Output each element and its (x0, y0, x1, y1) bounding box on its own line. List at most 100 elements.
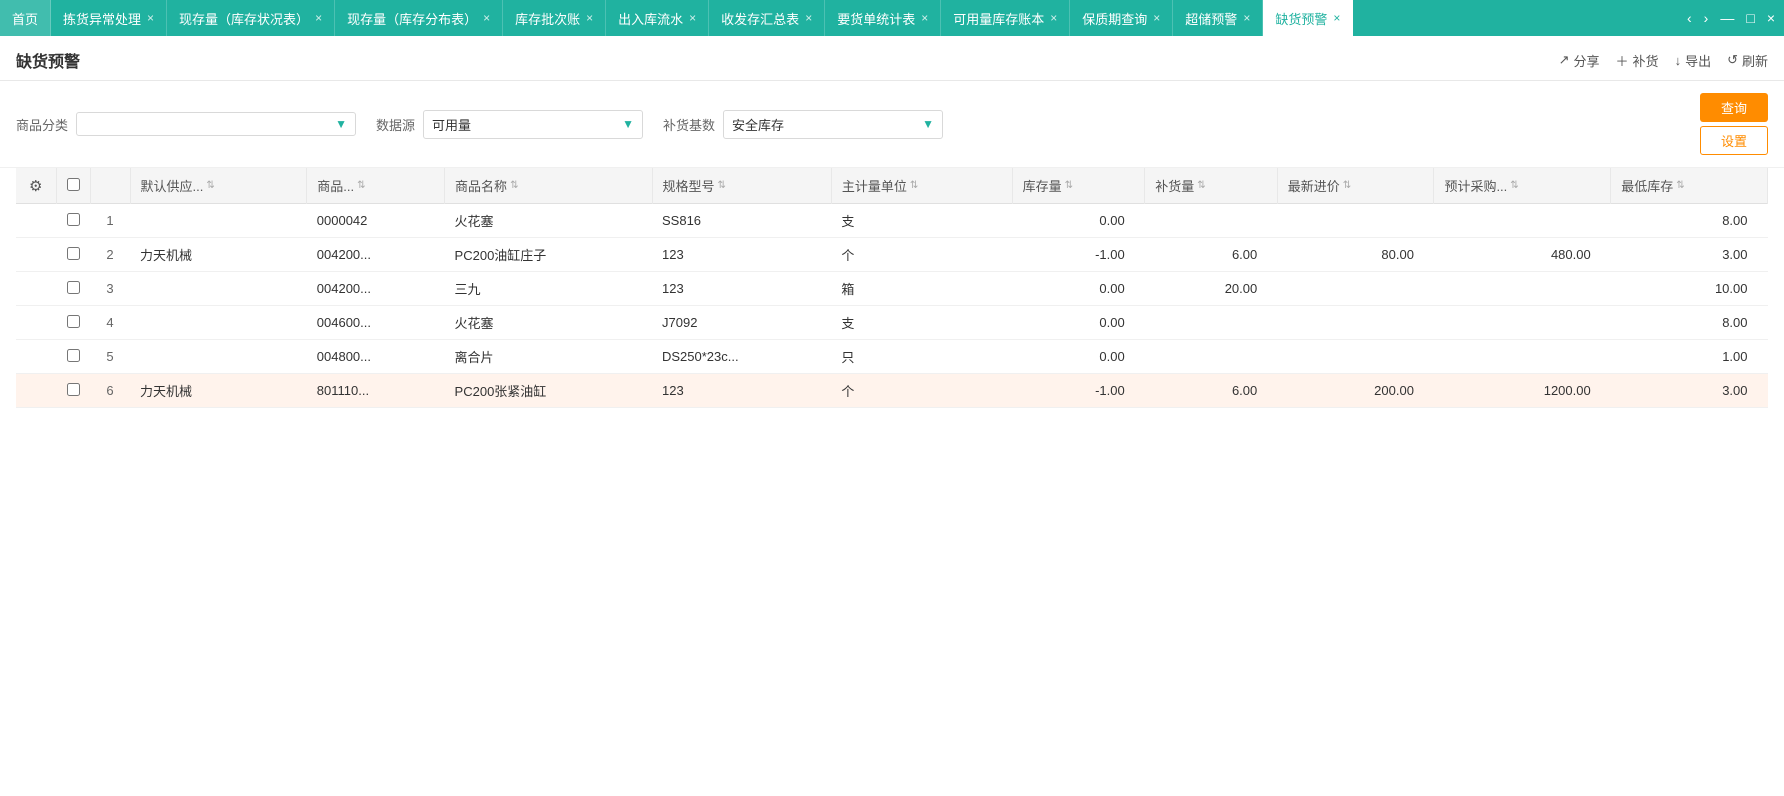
query-button[interactable]: 查询 (1700, 93, 1768, 122)
row-checkbox-3[interactable] (67, 315, 80, 328)
maximize-button[interactable]: □ (1741, 8, 1759, 28)
row-check-0 (56, 204, 90, 238)
tab-close-2[interactable]: × (315, 11, 322, 25)
export-action[interactable]: ↓ 导出 (1675, 51, 1712, 70)
row-settings-0 (16, 204, 56, 238)
tab-label-8: 可用量库存账本 (953, 9, 1044, 28)
tab-item-5[interactable]: 出入库流水× (606, 0, 709, 36)
row-est-purchase-3 (1434, 306, 1611, 340)
row-min-stock-3: 8.00 (1611, 306, 1768, 340)
tab-item-6[interactable]: 收发存汇总表× (709, 0, 825, 36)
row-check-5 (56, 374, 90, 408)
row-code-0: 0000042 (307, 204, 445, 238)
category-label: 商品分类 (16, 115, 68, 134)
filter-row: 商品分类 ▼ 数据源 可用量 ▼ 补货基数 安全库存 ▼ 查询 设置 (0, 81, 1784, 168)
th-code: 商品... ⇅ (307, 168, 445, 204)
close-window-button[interactable]: × (1762, 8, 1780, 28)
row-est-purchase-0 (1434, 204, 1611, 238)
table-row: 1 0000042 火花塞 SS816 支 0.00 8.00 (16, 204, 1768, 238)
table-body: 1 0000042 火花塞 SS816 支 0.00 8.00 2 力天机械 0… (16, 204, 1768, 408)
datasource-chevron-icon: ▼ (622, 117, 634, 131)
page-title: 缺货预警 (16, 48, 80, 72)
category-filter-group: 商品分类 ▼ (16, 112, 356, 136)
row-stock-1: -1.00 (1012, 238, 1145, 272)
replenish-base-select[interactable]: 安全库存 ▼ (723, 110, 943, 139)
settings-button[interactable]: 设置 (1700, 126, 1768, 155)
row-supplier-2 (130, 272, 307, 306)
row-checkbox-0[interactable] (67, 213, 80, 226)
header-actions: ↗ 分享 ＋ 补货 ↓ 导出 ↺ 刷新 (1559, 51, 1768, 70)
th-spec-label: 规格型号 (663, 176, 715, 195)
category-chevron-icon: ▼ (335, 117, 347, 131)
row-checkbox-5[interactable] (67, 383, 80, 396)
row-unit-2: 箱 (831, 272, 1012, 306)
tab-label-11: 缺货预警 (1275, 9, 1327, 28)
row-replenish-0 (1145, 204, 1278, 238)
tab-item-4[interactable]: 库存批次账× (503, 0, 606, 36)
prev-tab-button[interactable]: ‹ (1682, 8, 1697, 28)
min-stock-sort-icon: ⇅ (1676, 180, 1684, 191)
row-checkbox-1[interactable] (67, 247, 80, 260)
row-latest-price-3 (1277, 306, 1434, 340)
tab-close-5[interactable]: × (689, 11, 696, 25)
row-unit-3: 支 (831, 306, 1012, 340)
tab-item-3[interactable]: 现存量（库存分布表） × (335, 0, 503, 36)
tab-label-3: 现存量（库存分布表） (347, 9, 477, 28)
refresh-action[interactable]: ↺ 刷新 (1727, 51, 1768, 70)
tab-nav-buttons: ‹ › — □ × (1678, 8, 1784, 28)
tab-close-11[interactable]: × (1333, 11, 1340, 25)
row-unit-0: 支 (831, 204, 1012, 238)
table-row: 2 力天机械 004200... PC200油缸庄子 123 个 -1.00 6… (16, 238, 1768, 272)
tab-item-1[interactable]: 拣货异常处理× (51, 0, 167, 36)
row-unit-1: 个 (831, 238, 1012, 272)
tab-close-7[interactable]: × (921, 11, 928, 25)
tab-close-6[interactable]: × (805, 11, 812, 25)
column-settings-button[interactable]: ⚙ (29, 177, 42, 195)
row-name-3: 火花塞 (445, 306, 652, 340)
datasource-select[interactable]: 可用量 ▼ (423, 110, 643, 139)
row-min-stock-5: 3.00 (1611, 374, 1768, 408)
latest-price-sort-icon: ⇅ (1343, 180, 1351, 191)
tab-close-1[interactable]: × (147, 11, 154, 25)
tab-label-0: 首页 (12, 9, 38, 28)
row-spec-2: 123 (652, 272, 831, 306)
row-stock-2: 0.00 (1012, 272, 1145, 306)
row-checkbox-4[interactable] (67, 349, 80, 362)
row-unit-5: 个 (831, 374, 1012, 408)
row-name-1: PC200油缸庄子 (445, 238, 652, 272)
row-checkbox-2[interactable] (67, 281, 80, 294)
replenish-icon: ＋ (1616, 51, 1629, 70)
replenish-base-filter-group: 补货基数 安全库存 ▼ (663, 110, 943, 139)
tab-item-2[interactable]: 现存量（库存状况表）× (167, 0, 335, 36)
tab-item-9[interactable]: 保质期查询 × (1070, 0, 1173, 36)
tab-label-9: 保质期查询 (1082, 9, 1147, 28)
row-supplier-0 (130, 204, 307, 238)
row-num-1: 2 (90, 238, 130, 272)
tab-item-0[interactable]: 首页 (0, 0, 51, 36)
row-code-1: 004200... (307, 238, 445, 272)
tab-item-8[interactable]: 可用量库存账本 × (941, 0, 1070, 36)
replenish-label: 补货 (1633, 51, 1659, 70)
tab-item-11[interactable]: 缺货预警 × (1263, 0, 1353, 36)
replenish-action[interactable]: ＋ 补货 (1616, 51, 1659, 70)
minimize-button[interactable]: — (1715, 8, 1739, 28)
tab-close-8[interactable]: × (1050, 11, 1057, 25)
tab-close-3[interactable]: × (483, 11, 490, 25)
share-action[interactable]: ↗ 分享 (1559, 51, 1600, 70)
next-tab-button[interactable]: › (1699, 8, 1714, 28)
tab-close-10[interactable]: × (1243, 11, 1250, 25)
category-select[interactable]: ▼ (76, 112, 356, 136)
datasource-select-value: 可用量 (432, 115, 471, 134)
row-latest-price-1: 80.00 (1277, 238, 1434, 272)
tab-close-4[interactable]: × (586, 11, 593, 25)
row-supplier-3 (130, 306, 307, 340)
tab-item-7[interactable]: 要货单统计表× (825, 0, 941, 36)
tab-label-10: 超储预警 (1185, 9, 1237, 28)
tab-close-9[interactable]: × (1153, 11, 1160, 25)
row-spec-4: DS250*23c... (652, 340, 831, 374)
select-all-checkbox[interactable] (67, 178, 80, 191)
row-spec-0: SS816 (652, 204, 831, 238)
tab-item-10[interactable]: 超储预警 × (1173, 0, 1263, 36)
th-min-stock-label: 最低库存 (1621, 176, 1673, 195)
row-name-5: PC200张紧油缸 (445, 374, 652, 408)
